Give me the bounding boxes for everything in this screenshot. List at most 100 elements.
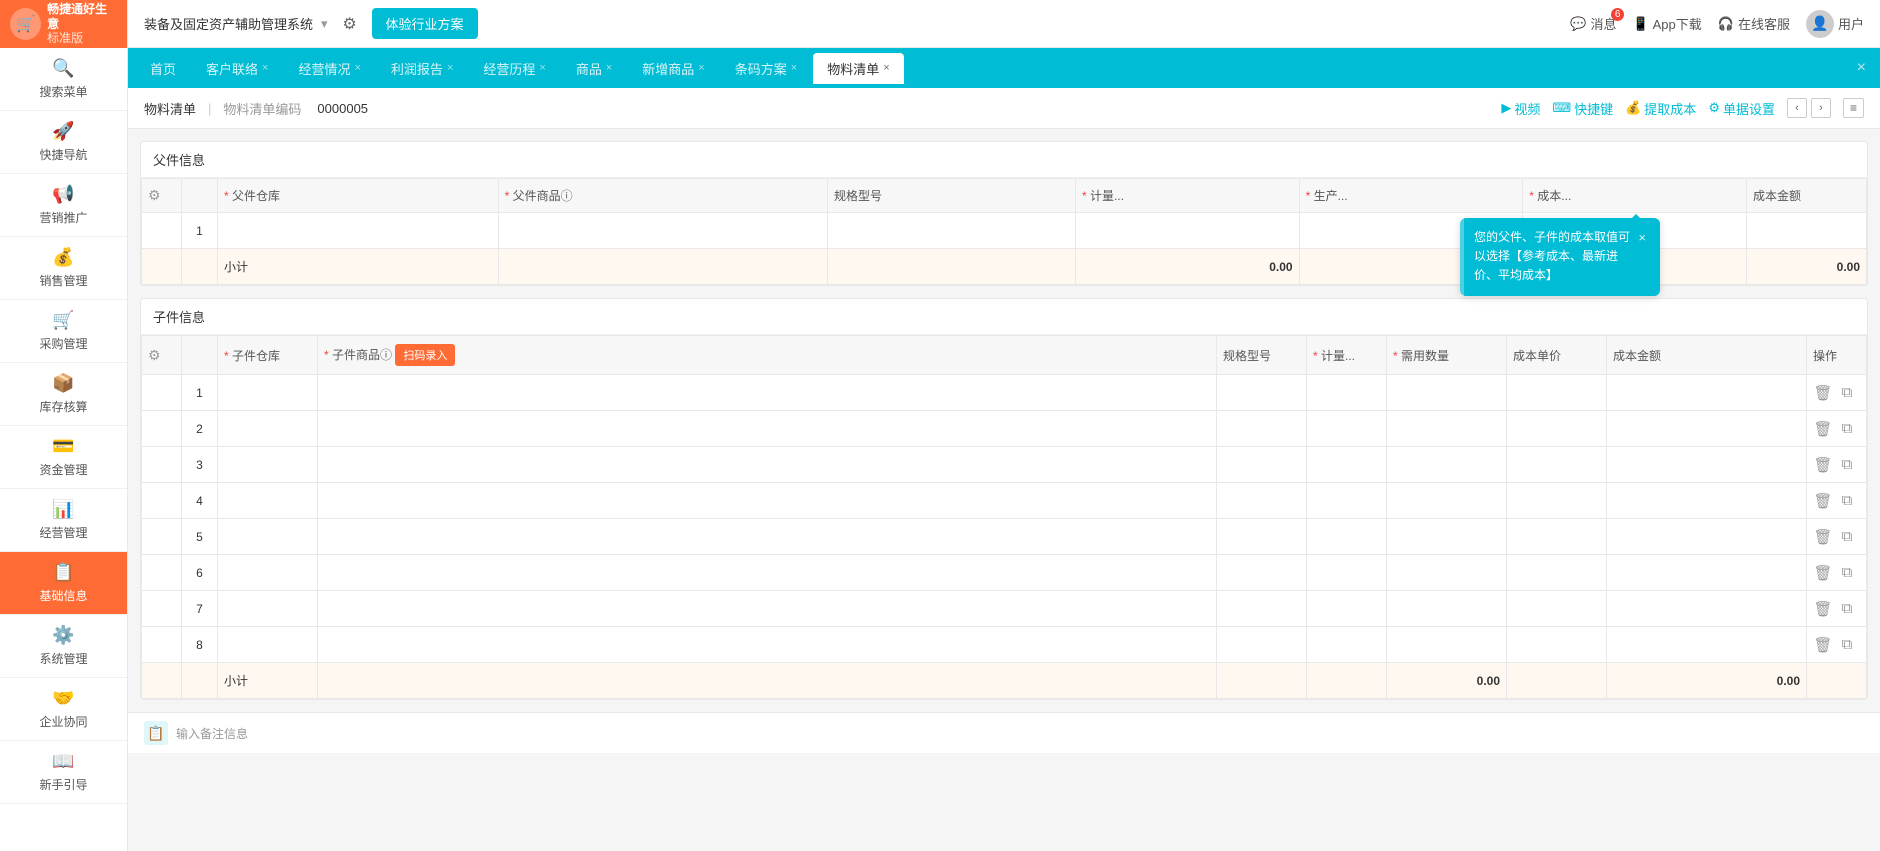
- settings-gear-button[interactable]: ⚙: [336, 10, 364, 38]
- child-row-6-product[interactable]: [318, 555, 1217, 591]
- child-row-8-cost-unit[interactable]: [1507, 627, 1607, 663]
- child-row-3-needed-qty[interactable]: [1387, 447, 1507, 483]
- trial-button[interactable]: 体验行业方案: [372, 8, 478, 39]
- tab-new-product[interactable]: 新增商品 ×: [628, 53, 718, 84]
- child-row-6-qty-unit[interactable]: [1307, 555, 1387, 591]
- close-tab-bom[interactable]: ×: [883, 62, 889, 74]
- tab-history[interactable]: 经营历程 ×: [469, 53, 559, 84]
- tab-operation[interactable]: 经营情况 ×: [284, 53, 374, 84]
- close-tab-new-product[interactable]: ×: [698, 62, 704, 74]
- sidebar-item-sales[interactable]: 💰 销售管理: [0, 237, 127, 300]
- delete-row-1-button[interactable]: 🗑: [1814, 384, 1832, 402]
- sidebar-item-enterprise[interactable]: 🤝 企业协同: [0, 678, 127, 741]
- child-row-2-product[interactable]: [318, 411, 1217, 447]
- sidebar-item-quick-nav[interactable]: 🚀 快捷导航: [0, 111, 127, 174]
- sidebar-item-search[interactable]: 🔍 搜索菜单: [0, 48, 127, 111]
- child-row-3-qty-unit[interactable]: [1307, 447, 1387, 483]
- child-row-7-qty-unit[interactable]: [1307, 591, 1387, 627]
- copy-row-6-button[interactable]: ⧉: [1838, 564, 1856, 582]
- child-row-4-qty-unit[interactable]: [1307, 483, 1387, 519]
- delete-row-6-button[interactable]: 🗑: [1814, 564, 1832, 582]
- child-row-1-warehouse[interactable]: [218, 375, 318, 411]
- sidebar-item-purchase[interactable]: 🛒 采购管理: [0, 300, 127, 363]
- parent-row-1-product[interactable]: [498, 213, 827, 249]
- tab-home[interactable]: 首页: [136, 53, 190, 84]
- child-row-4-needed-qty[interactable]: [1387, 483, 1507, 519]
- shortcut-action[interactable]: ⌨ 快捷键: [1552, 99, 1613, 118]
- sidebar-item-guide[interactable]: 📖 新手引导: [0, 741, 127, 804]
- copy-row-4-button[interactable]: ⧉: [1838, 492, 1856, 510]
- child-row-7-needed-qty[interactable]: [1387, 591, 1507, 627]
- online-service-button[interactable]: 🎧 在线客服: [1718, 14, 1790, 33]
- child-row-1-cost-unit[interactable]: [1507, 375, 1607, 411]
- sidebar-item-system[interactable]: ⚙️ 系统管理: [0, 615, 127, 678]
- child-row-8-warehouse[interactable]: [218, 627, 318, 663]
- sidebar-item-basic-info[interactable]: 📋 基础信息: [0, 552, 127, 615]
- child-row-2-warehouse[interactable]: [218, 411, 318, 447]
- scan-button[interactable]: 扫码录入: [395, 344, 455, 366]
- messages-button[interactable]: 💬 消息 6: [1570, 14, 1616, 33]
- prev-record-button[interactable]: ‹: [1787, 98, 1807, 118]
- child-row-5-needed-qty[interactable]: [1387, 519, 1507, 555]
- copy-row-8-button[interactable]: ⧉: [1838, 636, 1856, 654]
- parent-settings-gear-icon[interactable]: ⚙: [148, 187, 161, 203]
- copy-row-7-button[interactable]: ⧉: [1838, 600, 1856, 618]
- sidebar-item-finance[interactable]: 💳 资金管理: [0, 426, 127, 489]
- child-row-1-needed-qty[interactable]: [1387, 375, 1507, 411]
- close-tab-history[interactable]: ×: [539, 62, 545, 74]
- child-row-7-spec[interactable]: [1217, 591, 1307, 627]
- settings-action[interactable]: ⚙ 单据设置: [1708, 99, 1775, 118]
- child-row-3-product[interactable]: [318, 447, 1217, 483]
- tab-product[interactable]: 商品 ×: [562, 53, 626, 84]
- child-row-8-product[interactable]: [318, 627, 1217, 663]
- parent-row-1-spec[interactable]: [827, 213, 1075, 249]
- user-menu-button[interactable]: 👤 用户: [1806, 10, 1864, 38]
- copy-row-2-button[interactable]: ⧉: [1838, 420, 1856, 438]
- child-row-2-needed-qty[interactable]: [1387, 411, 1507, 447]
- app-download-button[interactable]: 📱 App下载: [1632, 14, 1701, 33]
- child-row-7-warehouse[interactable]: [218, 591, 318, 627]
- child-row-1-spec[interactable]: [1217, 375, 1307, 411]
- child-row-5-product[interactable]: [318, 519, 1217, 555]
- child-row-6-spec[interactable]: [1217, 555, 1307, 591]
- child-row-1-qty-unit[interactable]: [1307, 375, 1387, 411]
- tooltip-close-button[interactable]: ×: [1638, 228, 1646, 249]
- dropdown-arrow-icon[interactable]: ▾: [321, 16, 328, 32]
- child-row-5-cost-unit[interactable]: [1507, 519, 1607, 555]
- cost-action[interactable]: 💰 提取成本: [1625, 99, 1696, 118]
- close-tab-operation[interactable]: ×: [354, 62, 360, 74]
- close-tab-product[interactable]: ×: [606, 62, 612, 74]
- child-row-2-spec[interactable]: [1217, 411, 1307, 447]
- child-row-6-warehouse[interactable]: [218, 555, 318, 591]
- child-row-8-qty-unit[interactable]: [1307, 627, 1387, 663]
- child-row-8-spec[interactable]: [1217, 627, 1307, 663]
- copy-row-5-button[interactable]: ⧉: [1838, 528, 1856, 546]
- close-tab-profit[interactable]: ×: [447, 62, 453, 74]
- child-row-7-cost-unit[interactable]: [1507, 591, 1607, 627]
- copy-row-3-button[interactable]: ⧉: [1838, 456, 1856, 474]
- child-row-4-product[interactable]: [318, 483, 1217, 519]
- parent-row-1-qty[interactable]: [1075, 213, 1299, 249]
- child-row-2-cost-unit[interactable]: [1507, 411, 1607, 447]
- child-row-5-qty-unit[interactable]: [1307, 519, 1387, 555]
- tab-profit[interactable]: 利润报告 ×: [377, 53, 467, 84]
- child-row-4-cost-unit[interactable]: [1507, 483, 1607, 519]
- tab-barcode[interactable]: 条码方案 ×: [721, 53, 811, 84]
- tab-bom[interactable]: 物料清单 ×: [813, 53, 903, 84]
- child-row-6-needed-qty[interactable]: [1387, 555, 1507, 591]
- child-row-1-product[interactable]: [318, 375, 1217, 411]
- child-settings-gear-icon[interactable]: ⚙: [148, 347, 161, 363]
- child-row-8-needed-qty[interactable]: [1387, 627, 1507, 663]
- close-tab-customer[interactable]: ×: [262, 62, 268, 74]
- view-action[interactable]: ▶ 视频: [1501, 99, 1540, 118]
- child-row-6-cost-unit[interactable]: [1507, 555, 1607, 591]
- view-mode-button[interactable]: ≡: [1843, 98, 1864, 118]
- delete-row-7-button[interactable]: 🗑: [1814, 600, 1832, 618]
- child-row-5-warehouse[interactable]: [218, 519, 318, 555]
- delete-row-8-button[interactable]: 🗑: [1814, 636, 1832, 654]
- parent-row-1-warehouse[interactable]: [218, 213, 499, 249]
- close-tab-barcode[interactable]: ×: [791, 62, 797, 74]
- copy-row-1-button[interactable]: ⧉: [1838, 384, 1856, 402]
- delete-row-3-button[interactable]: 🗑: [1814, 456, 1832, 474]
- sidebar-item-inventory[interactable]: 📦 库存核算: [0, 363, 127, 426]
